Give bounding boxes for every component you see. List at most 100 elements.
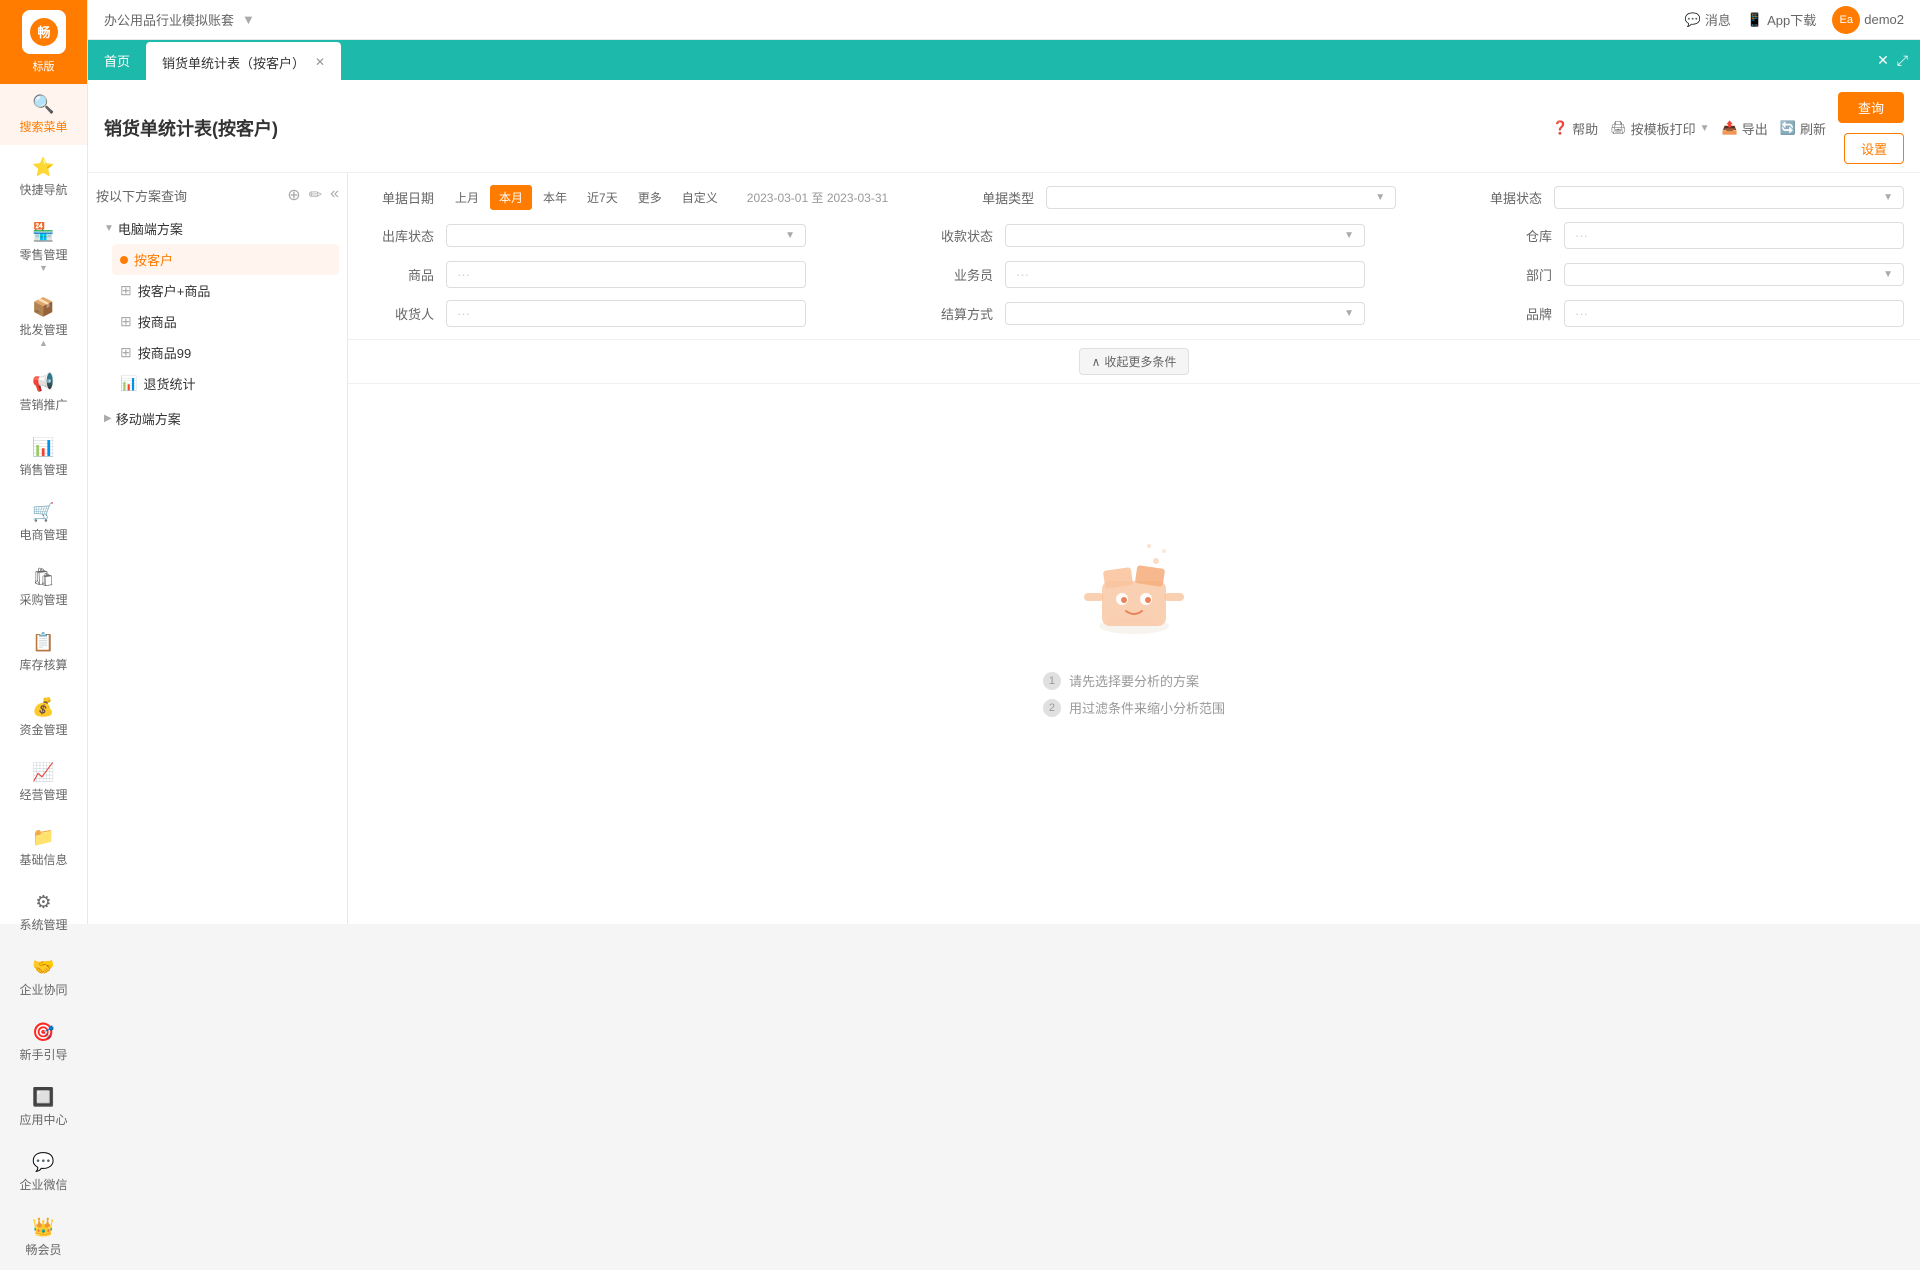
top-nav: 办公用品行业模拟账套 ▼ 💬 消息 📱 App下载 Ea demo2 [88,0,1920,40]
member-icon: 👑 [32,1217,54,1238]
salesperson-select[interactable]: ··· [1005,261,1365,288]
scheme-group-mobile-header[interactable]: ▶ 移动端方案 [96,403,339,434]
sidebar-item-newbie[interactable]: 🎯 新手引导 [0,1010,87,1075]
app-download-icon: 📱 [1747,12,1763,28]
date-tab-this-month[interactable]: 本月 [490,185,532,210]
scheme-item-by-product[interactable]: ⊞ 按商品 [112,306,339,337]
date-tab-last-month[interactable]: 上月 [446,185,488,210]
edit-scheme-icon[interactable]: ✏ [309,185,322,205]
settlement-select[interactable]: ▼ [1005,302,1365,325]
add-scheme-icon[interactable]: ⊕ [287,185,300,205]
date-tab-this-year[interactable]: 本年 [534,185,576,210]
export-label: 导出 [1742,119,1768,138]
sidebar-item-wechat[interactable]: 💬 企业微信 [0,1140,87,1205]
date-tab-custom[interactable]: 自定义 [673,185,727,210]
scheme-active-dot [120,256,128,264]
scheme-item-by-customer[interactable]: 按客户 [112,244,339,275]
collapse-bar[interactable]: ∧ 收起更多条件 [348,340,1920,384]
tab-home[interactable]: 首页 [88,40,146,80]
recipient-label: 收货人 [364,304,434,323]
tip-text-2: 用过滤条件来缩小分析范围 [1069,698,1225,717]
salesperson-label: 业务员 [923,265,993,284]
export-button[interactable]: 📤 导出 [1722,119,1768,138]
quick-nav-icon: ⭐ [32,157,54,178]
collapse-panel-icon[interactable]: « [330,185,339,205]
tab-close-icon[interactable]: ✕ [315,55,325,69]
tab-maximize-icon[interactable]: ⤢ [1897,52,1908,69]
print-button[interactable]: 🖨 按模板打印 ▼ [1610,119,1709,138]
sidebar-item-label: 新手引导 [19,1046,67,1063]
tab-sales-stat[interactable]: 销货单统计表（按客户） ✕ [146,42,341,82]
collapse-button[interactable]: ∧ 收起更多条件 [1079,348,1190,375]
sidebar-item-label: 采购管理 [19,591,67,608]
sidebar-item-enterprise[interactable]: 🤝 企业协同 [0,945,87,1010]
tip-num-2: 2 [1043,699,1061,717]
receipt-status-select[interactable]: ▼ [1005,224,1365,247]
receipt-status-label: 收款状态 [923,226,993,245]
sidebar-item-ecommerce[interactable]: 🛒 电商管理 [0,490,87,555]
date-tab-more[interactable]: 更多 [629,185,671,210]
message-icon: 💬 [1685,12,1701,28]
scheme-grid-icon3: ⊞ [120,344,132,361]
filter-row-3: 商品 ··· 业务员 ··· 部门 ▼ [364,261,1904,288]
sidebar-item-system[interactable]: ⚙ 系统管理 [0,880,87,945]
date-filter-label: 单据日期 [364,188,434,207]
account-name: 办公用品行业模拟账套 [104,10,234,29]
sidebar-item-search[interactable]: 🔍 搜索菜单 [0,84,87,145]
print-icon: 🖨 [1610,120,1627,136]
finance-icon: 💰 [32,697,54,718]
product-label: 商品 [364,265,434,284]
tab-minimize-icon[interactable]: ✕ [1877,52,1889,69]
brand-select[interactable]: ··· [1564,300,1904,327]
sidebar-item-inventory[interactable]: 📋 库存核算 [0,620,87,685]
settings-button[interactable]: 设置 [1844,133,1904,164]
product-select[interactable]: ··· [446,261,806,288]
scheme-item-by-product-99[interactable]: ⊞ 按商品99 [112,337,339,368]
scheme-group-mobile: ▶ 移动端方案 [96,403,339,434]
scheme-item-by-customer-product[interactable]: ⊞ 按客户+商品 [112,275,339,306]
sidebar-item-label: 系统管理 [19,916,67,933]
scheme-grid-icon2: ⊞ [120,313,132,330]
sidebar-item-sales[interactable]: 📊 销售管理 [0,425,87,490]
warehouse-select[interactable]: ··· [1564,222,1904,249]
scheme-group-desktop-header[interactable]: ▼ 电脑端方案 [96,213,339,244]
date-tab-last-7[interactable]: 近7天 [578,185,627,210]
account-dropdown-icon[interactable]: ▼ [242,12,255,27]
help-label: 帮助 [1572,119,1598,138]
retail-expand-icon: ▼ [39,263,48,273]
sidebar-item-basic[interactable]: 📁 基础信息 [0,815,87,880]
filter-area: 单据日期 上月 本月 本年 近7天 更多 自定义 2023-03-01 至 20… [348,173,1920,340]
app-download-nav-item[interactable]: 📱 App下载 [1747,10,1816,29]
sidebar-item-label: 搜索菜单 [19,118,67,135]
sidebar-item-operation[interactable]: 📈 经营管理 [0,750,87,815]
query-button[interactable]: 查询 [1838,92,1904,123]
warehouse-value: ··· [1575,228,1588,243]
scheme-group-mobile-expand-icon: ▶ [104,413,112,424]
sidebar-item-wholesale[interactable]: 📦 批发管理 ▲ [0,285,87,360]
sidebar-item-retail[interactable]: 🏪 零售管理 ▼ [0,210,87,285]
user-nav-item[interactable]: Ea demo2 [1832,6,1904,34]
sidebar-item-member[interactable]: 👑 畅会员 [0,1205,87,1270]
department-select[interactable]: ▼ [1564,263,1904,286]
sidebar-item-quick-nav[interactable]: ⭐ 快捷导航 [0,145,87,210]
scheme-group-mobile-label: 移动端方案 [116,409,181,428]
refresh-button[interactable]: 🔄 刷新 [1780,119,1826,138]
page-actions: ❓ 帮助 🖨 按模板打印 ▼ 📤 导出 🔄 刷新 查询 [1552,92,1904,164]
help-button[interactable]: ❓ 帮助 [1552,119,1598,138]
scheme-group-desktop-expand-icon: ▼ [104,223,114,234]
doc-type-select[interactable]: ▼ [1046,186,1396,209]
sidebar-item-purchase[interactable]: 🛍 采购管理 [0,555,87,620]
message-nav-item[interactable]: 💬 消息 [1685,10,1731,29]
doc-status-select[interactable]: ▼ [1554,186,1904,209]
sidebar-item-marketing[interactable]: 📢 营销推广 [0,360,87,425]
logo-text: 标版 [33,58,55,74]
sidebar-item-appcenter[interactable]: 🔲 应用中心 [0,1075,87,1140]
sidebar-item-finance[interactable]: 💰 资金管理 [0,685,87,750]
date-tabs: 上月 本月 本年 近7天 更多 自定义 [446,185,727,210]
scheme-item-return-stat[interactable]: 📊 退货统计 [112,368,339,399]
recipient-select[interactable]: ··· [446,300,806,327]
left-panel-title: 按以下方案查询 [96,186,187,205]
out-status-select[interactable]: ▼ [446,224,806,247]
collapse-label: 收起更多条件 [1104,353,1176,370]
empty-state: 1 请先选择要分析的方案 2 用过滤条件来缩小分析范围 [348,384,1920,924]
